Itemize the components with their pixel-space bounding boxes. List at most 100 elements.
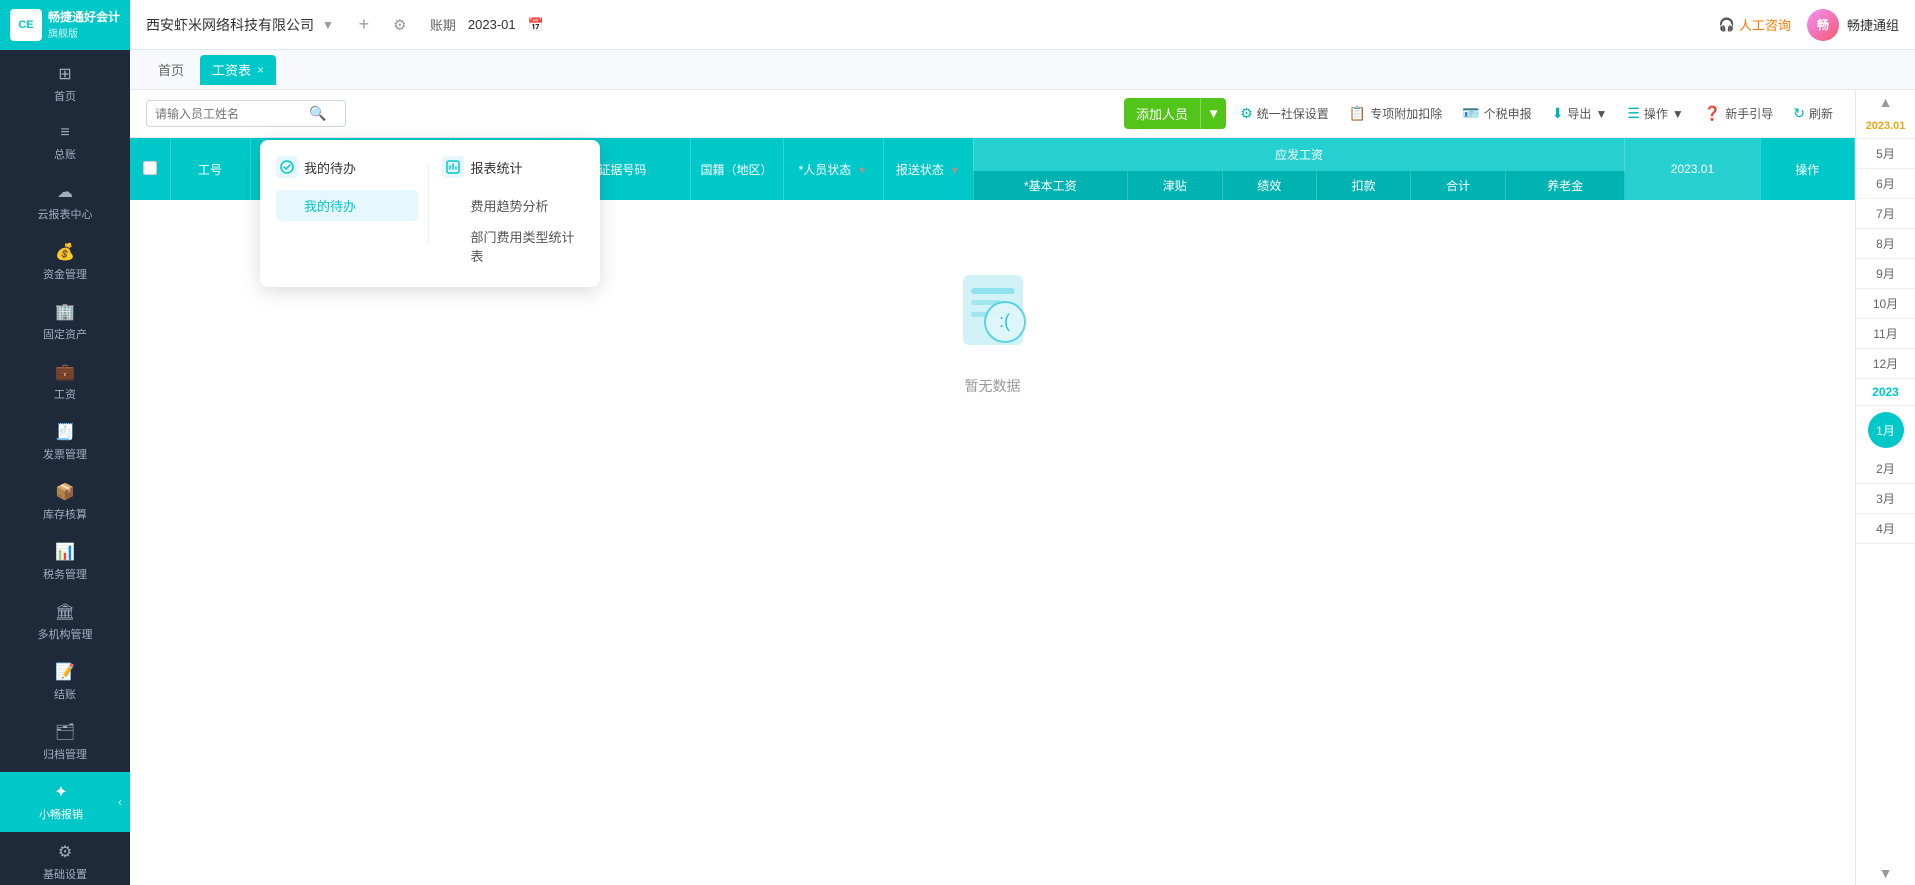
- tab-salary[interactable]: 工资表 ×: [200, 55, 276, 85]
- month-year-2023: 2023: [1856, 379, 1915, 406]
- refresh-icon: ↻: [1793, 105, 1805, 122]
- th-person-status: *人员状态 ▼: [783, 138, 883, 200]
- month-may[interactable]: 5月: [1856, 139, 1915, 169]
- sidebar-item-cloud[interactable]: ☁ 云报表中心: [0, 172, 130, 232]
- month-mar[interactable]: 3月: [1856, 484, 1915, 514]
- tab-home[interactable]: 首页: [146, 55, 196, 85]
- popup-section-todo: 我的待办 我的待办: [276, 156, 418, 271]
- month-nov[interactable]: 11月: [1856, 319, 1915, 349]
- service-link[interactable]: 🎧 人工咨询: [1719, 15, 1791, 34]
- sidebar-item-tax[interactable]: 📊 税务管理: [0, 532, 130, 592]
- popup-section-report: 报表统计 费用趋势分析 部门费用类型统计表: [442, 156, 584, 271]
- main-area: 西安虾米网络科技有限公司 ▼ + ⚙ 账期 2023-01 📅 🎧 人工咨询 畅…: [130, 0, 1915, 885]
- th-country: 国籍（地区）: [690, 138, 783, 200]
- sidebar-item-inventory[interactable]: 📦 库存核算: [0, 472, 130, 532]
- popup-divider: [428, 164, 429, 244]
- personal-tax-icon: 🪪: [1462, 105, 1479, 122]
- period-label: 账期: [430, 15, 456, 34]
- sidebar-label-asset: 固定资产: [43, 326, 87, 342]
- sidebar-item-ledger[interactable]: ≡ 总账: [0, 114, 130, 172]
- select-all-checkbox[interactable]: [143, 161, 157, 175]
- svg-text::(: :(: [999, 311, 1010, 331]
- settings-icon[interactable]: ⚙: [386, 11, 414, 39]
- company-dropdown-icon[interactable]: ▼: [322, 18, 334, 32]
- sidebar-item-salary[interactable]: 💼 工资: [0, 352, 130, 412]
- sidebar-label-invoice: 发票管理: [43, 446, 87, 462]
- th-performance: 绩效: [1222, 171, 1316, 200]
- logo-text: 畅捷通好会计: [48, 10, 120, 26]
- month-sep[interactable]: 9月: [1856, 259, 1915, 289]
- sidebar-item-asset[interactable]: 🏢 固定资产: [0, 292, 130, 352]
- month-feb[interactable]: 2月: [1856, 454, 1915, 484]
- month-jul[interactable]: 7月: [1856, 199, 1915, 229]
- operation-btn[interactable]: ☰ 操作 ▼: [1621, 101, 1689, 126]
- send-status-filter-icon[interactable]: ▼: [949, 165, 960, 177]
- company-name: 西安虾米网络科技有限公司: [146, 15, 314, 35]
- month-jan[interactable]: 1月: [1868, 412, 1904, 448]
- guide-icon: ❓: [1704, 105, 1721, 122]
- sidebar-item-multi[interactable]: 🏛 多机构管理: [0, 592, 130, 652]
- month-dec[interactable]: 12月: [1856, 349, 1915, 379]
- calendar-icon[interactable]: 📅: [528, 17, 544, 33]
- popup-item-dept-expense[interactable]: 部门费用类型统计表: [442, 221, 584, 271]
- month-apr[interactable]: 4月: [1856, 514, 1915, 544]
- tax-deduction-btn[interactable]: 📋 专项附加扣除: [1343, 101, 1448, 126]
- export-btn[interactable]: ⬇ 导出 ▼: [1546, 101, 1614, 126]
- sidebar-label-salary: 工资: [54, 386, 76, 402]
- add-people-btn[interactable]: 添加人员: [1124, 98, 1200, 129]
- sidebar-item-closing[interactable]: 📝 结账: [0, 652, 130, 712]
- popup-menu: 我的待办 我的待办: [260, 140, 600, 287]
- sidebar-label-basic: 基础设置: [43, 866, 87, 882]
- operation-dropdown-icon: ▼: [1672, 107, 1684, 121]
- month-year-2023-label: 2023.01: [1856, 114, 1915, 139]
- month-next-btn[interactable]: ▼: [1856, 861, 1915, 885]
- popup-section-report-title: 报表统计: [442, 156, 584, 178]
- sidebar-item-home[interactable]: ⊞ 首页: [0, 54, 130, 114]
- sidebar-item-fund[interactable]: 💰 资金管理: [0, 232, 130, 292]
- th-allowance: 津贴: [1128, 171, 1222, 200]
- sidebar-label-tax: 税务管理: [43, 566, 87, 582]
- sidebar-item-mini[interactable]: ✦ 小畅报销 ‹: [0, 772, 130, 832]
- person-status-filter-icon[interactable]: ▼: [857, 165, 868, 177]
- search-input[interactable]: [155, 107, 305, 121]
- user-info: 畅 畅捷通组: [1807, 9, 1899, 41]
- sidebar-item-basic[interactable]: ⚙ 基础设置: [0, 832, 130, 885]
- guide-btn[interactable]: ❓ 新手引导: [1698, 101, 1779, 126]
- logo-icon: CE: [10, 9, 42, 41]
- month-aug[interactable]: 8月: [1856, 229, 1915, 259]
- popup-item-todo[interactable]: 我的待办: [276, 190, 418, 221]
- logo: CE 畅捷通好会计 旗舰版: [0, 0, 130, 50]
- asset-icon: 🏢: [55, 302, 75, 322]
- month-prev-btn[interactable]: ▲: [1856, 90, 1915, 114]
- popup-item-expense-trend[interactable]: 费用趋势分析: [442, 190, 584, 221]
- sidebar-label-fund: 资金管理: [43, 266, 87, 282]
- empty-icon: :(: [943, 260, 1043, 360]
- toolbar: 🔍 添加人员 ▼ ⚙ 统一社保设置 📋 专项附加扣除: [130, 90, 1855, 138]
- th-total: 合计: [1411, 171, 1505, 200]
- sidebar-label-inventory: 库存核算: [43, 506, 87, 522]
- salary-icon: 💼: [55, 362, 75, 382]
- search-icon[interactable]: 🔍: [309, 105, 326, 122]
- th-send-status: 报送状态 ▼: [883, 138, 973, 200]
- tab-close-icon[interactable]: ×: [257, 63, 264, 77]
- todo-section-icon: [276, 156, 298, 178]
- sidebar-label-closing: 结账: [54, 686, 76, 702]
- top-header: 西安虾米网络科技有限公司 ▼ + ⚙ 账期 2023-01 📅 🎧 人工咨询 畅…: [130, 0, 1915, 50]
- sidebar-label-archive: 归档管理: [43, 746, 87, 762]
- sidebar-item-invoice[interactable]: 🧾 发票管理: [0, 412, 130, 472]
- add-people-dropdown-icon[interactable]: ▼: [1200, 98, 1226, 129]
- month-jun[interactable]: 6月: [1856, 169, 1915, 199]
- user-name: 畅捷通组: [1847, 15, 1899, 34]
- headset-icon: 🎧: [1719, 17, 1735, 33]
- refresh-btn[interactable]: ↻ 刷新: [1787, 101, 1839, 126]
- mini-arrow-icon: ‹: [118, 795, 122, 809]
- month-oct[interactable]: 10月: [1856, 289, 1915, 319]
- sidebar-nav: ⊞ 首页 ≡ 总账 ☁ 云报表中心 💰 资金管理 🏢 固定资产 💼 工资 🧾 发…: [0, 50, 130, 885]
- month-list: 2023.01 5月 6月 7月 8月 9月 10月 11月 12月 2023 …: [1856, 114, 1915, 861]
- personal-tax-btn[interactable]: 🪪 个税申报: [1456, 101, 1537, 126]
- add-people-btn-group: 添加人员 ▼: [1124, 98, 1226, 129]
- social-security-btn[interactable]: ⚙ 统一社保设置: [1234, 101, 1335, 126]
- sidebar-item-archive[interactable]: 🗂 归档管理: [0, 712, 130, 772]
- empty-text: 暂无数据: [965, 376, 1021, 396]
- add-company-icon[interactable]: +: [350, 11, 378, 39]
